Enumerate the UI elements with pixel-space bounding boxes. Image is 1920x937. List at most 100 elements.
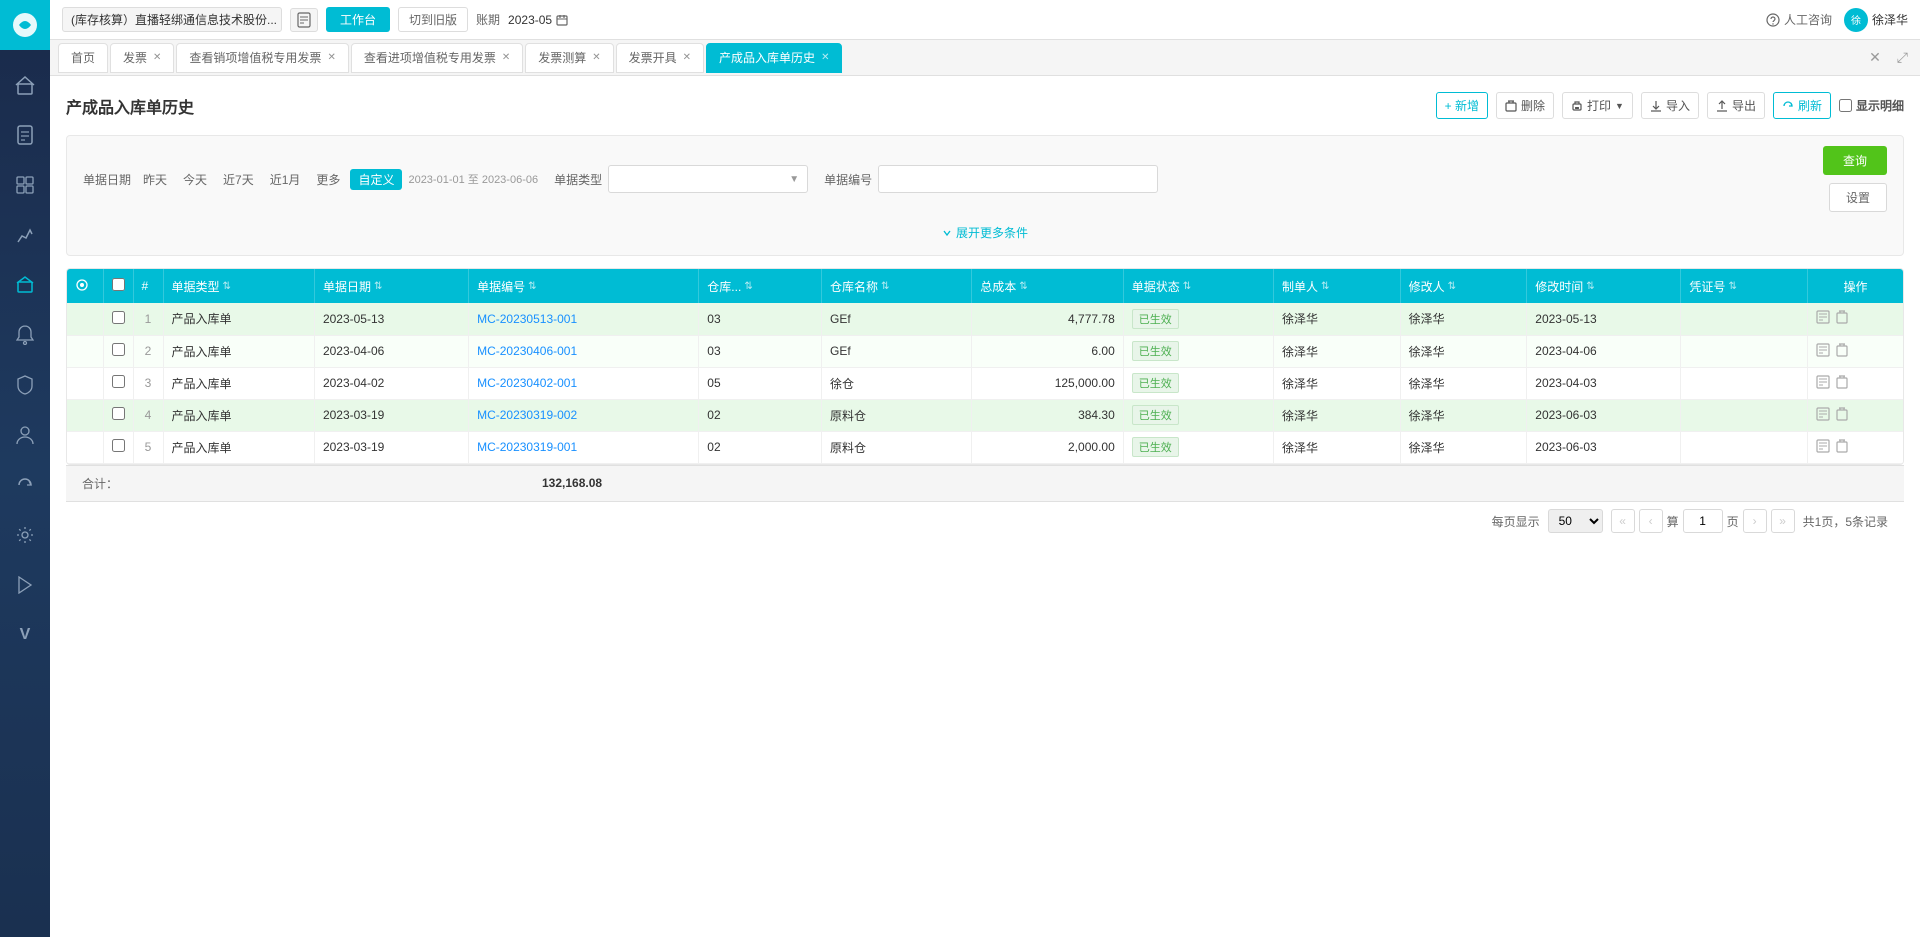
print-button[interactable]: 打印 ▼ (1562, 92, 1633, 119)
new-button[interactable]: + 新增 (1436, 92, 1488, 119)
row-checkbox[interactable] (103, 399, 133, 431)
edit-icon[interactable] (1816, 375, 1830, 392)
sidebar-item-settings[interactable] (0, 510, 50, 560)
wcode-col-header[interactable]: 仓库...⇅ (699, 269, 822, 303)
row-checkbox[interactable] (103, 431, 133, 463)
number-input[interactable] (878, 165, 1158, 193)
sidebar-item-warehouse[interactable] (0, 260, 50, 310)
workbench-button[interactable]: 工作台 (326, 7, 390, 32)
yesterday-btn[interactable]: 昨天 (137, 169, 173, 190)
delete-row-icon[interactable] (1836, 407, 1848, 424)
sidebar-item-home[interactable] (0, 60, 50, 110)
tab-history[interactable]: 产成品入库单历史 ✕ (706, 43, 842, 73)
sidebar-item-refresh[interactable] (0, 460, 50, 510)
tab-home[interactable]: 首页 (58, 43, 108, 73)
tab-close-invoice[interactable]: ✕ (153, 52, 161, 63)
delete-row-icon[interactable] (1836, 343, 1848, 360)
sidebar-item-v[interactable]: V (0, 610, 50, 660)
tab-close-check-sale[interactable]: ✕ (327, 52, 335, 63)
delete-row-icon[interactable] (1836, 310, 1848, 327)
cost-col-header[interactable]: 总成本⇅ (972, 269, 1124, 303)
checkbox-col-header[interactable] (103, 269, 133, 303)
edit-icon[interactable] (1816, 439, 1830, 456)
page-input[interactable] (1683, 509, 1723, 533)
app-logo[interactable] (0, 0, 50, 50)
import-button[interactable]: 导入 (1641, 92, 1699, 119)
sidebar-item-doc[interactable] (0, 110, 50, 160)
row-wcode: 03 (699, 335, 822, 367)
sidebar-item-shield[interactable] (0, 360, 50, 410)
per-page-select[interactable]: 50 100 200 (1548, 509, 1603, 533)
last7days-btn[interactable]: 近7天 (217, 169, 260, 190)
row-checkbox[interactable] (103, 335, 133, 367)
tab-invoice[interactable]: 发票 ✕ (110, 43, 174, 73)
sidebar-item-chart[interactable] (0, 210, 50, 260)
last-page-btn[interactable]: » (1771, 509, 1795, 533)
user-avatar[interactable]: 徐 徐泽华 (1844, 8, 1908, 32)
sidebar-item-bell[interactable] (0, 310, 50, 360)
wname-col-header[interactable]: 仓库名称⇅ (822, 269, 972, 303)
user-service-btn[interactable]: 人工咨询 (1766, 11, 1832, 28)
next-page-btn[interactable]: › (1743, 509, 1767, 533)
filter-row-1: 单据日期 昨天 今天 近7天 近1月 更多 自定义 2023-01-01 至 2… (83, 146, 1887, 212)
refresh-button[interactable]: 刷新 (1773, 92, 1831, 119)
export-button[interactable]: 导出 (1707, 92, 1765, 119)
more-btn[interactable]: 更多 (310, 169, 346, 190)
tab-close-history[interactable]: ✕ (821, 52, 829, 63)
code-col-header[interactable]: 单据编号⇅ (469, 269, 699, 303)
modifier-col-header[interactable]: 修改人⇅ (1400, 269, 1527, 303)
tab-close-check-purchase[interactable]: ✕ (502, 52, 510, 63)
display-detail-toggle[interactable]: 显示明细 (1839, 97, 1904, 114)
tab-close-open[interactable]: ✕ (683, 52, 691, 63)
edit-icon[interactable] (1816, 407, 1830, 424)
tab-calc[interactable]: 发票测算 ✕ (525, 43, 613, 73)
row-code[interactable]: MC-20230319-001 (469, 431, 699, 463)
last1month-btn[interactable]: 近1月 (264, 169, 307, 190)
print-dropdown-icon: ▼ (1615, 101, 1624, 111)
tab-open[interactable]: 发票开具 ✕ (616, 43, 704, 73)
delete-row-icon[interactable] (1836, 439, 1848, 456)
delete-row-icon[interactable] (1836, 375, 1848, 392)
edit-icon[interactable] (1816, 343, 1830, 360)
custom-btn[interactable]: 自定义 (350, 169, 402, 190)
edit-icon[interactable] (1816, 310, 1830, 327)
mtime-col-header[interactable]: 修改时间⇅ (1527, 269, 1681, 303)
select-all-checkbox[interactable] (112, 278, 125, 291)
voucher-col-header[interactable]: 凭证号⇅ (1681, 269, 1808, 303)
window-maximize-icon[interactable]: ⤢ (1893, 49, 1912, 66)
switch-version-button[interactable]: 切到旧版 (398, 7, 468, 32)
status-col-header[interactable]: 单据状态⇅ (1123, 269, 1273, 303)
window-close-icon[interactable]: ✕ (1865, 49, 1885, 66)
row-settings (67, 399, 103, 431)
today-btn[interactable]: 今天 (177, 169, 213, 190)
delete-button[interactable]: 删除 (1496, 92, 1554, 119)
table-row: 3 产品入库单 2023-04-02 MC-20230402-001 05 徐仓… (67, 367, 1903, 399)
company-name[interactable]: (库存核算）直播轻绑通信息技术股份... ▼ (62, 7, 282, 32)
expand-filter-btn[interactable]: 展开更多条件 (934, 220, 1036, 245)
row-wname: 原料仓 (822, 431, 972, 463)
display-detail-checkbox[interactable] (1839, 99, 1852, 112)
row-code[interactable]: MC-20230513-001 (469, 303, 699, 335)
type-select[interactable]: ▼ (608, 165, 808, 193)
first-page-btn[interactable]: « (1611, 509, 1635, 533)
row-code[interactable]: MC-20230406-001 (469, 335, 699, 367)
row-code[interactable]: MC-20230402-001 (469, 367, 699, 399)
tab-check-sale[interactable]: 查看销项增值税专用发票 ✕ (176, 43, 348, 73)
row-settings (67, 335, 103, 367)
tab-close-calc[interactable]: ✕ (592, 52, 600, 63)
search-button[interactable]: 查询 (1823, 146, 1887, 175)
date-col-header[interactable]: 单据日期⇅ (314, 269, 468, 303)
sidebar-item-user[interactable] (0, 410, 50, 460)
row-code[interactable]: MC-20230319-002 (469, 399, 699, 431)
prev-page-btn[interactable]: ‹ (1639, 509, 1663, 533)
creator-col-header[interactable]: 制单人⇅ (1274, 269, 1401, 303)
sidebar-item-grid[interactable] (0, 160, 50, 210)
set-button[interactable]: 设置 (1829, 183, 1887, 212)
row-cost: 384.30 (972, 399, 1124, 431)
tab-check-purchase[interactable]: 查看进项增值税专用发票 ✕ (351, 43, 523, 73)
doc-icon-btn[interactable] (290, 8, 318, 32)
row-checkbox[interactable] (103, 367, 133, 399)
type-col-header[interactable]: 单据类型⇅ (163, 269, 314, 303)
row-checkbox[interactable] (103, 303, 133, 335)
sidebar-item-play[interactable] (0, 560, 50, 610)
